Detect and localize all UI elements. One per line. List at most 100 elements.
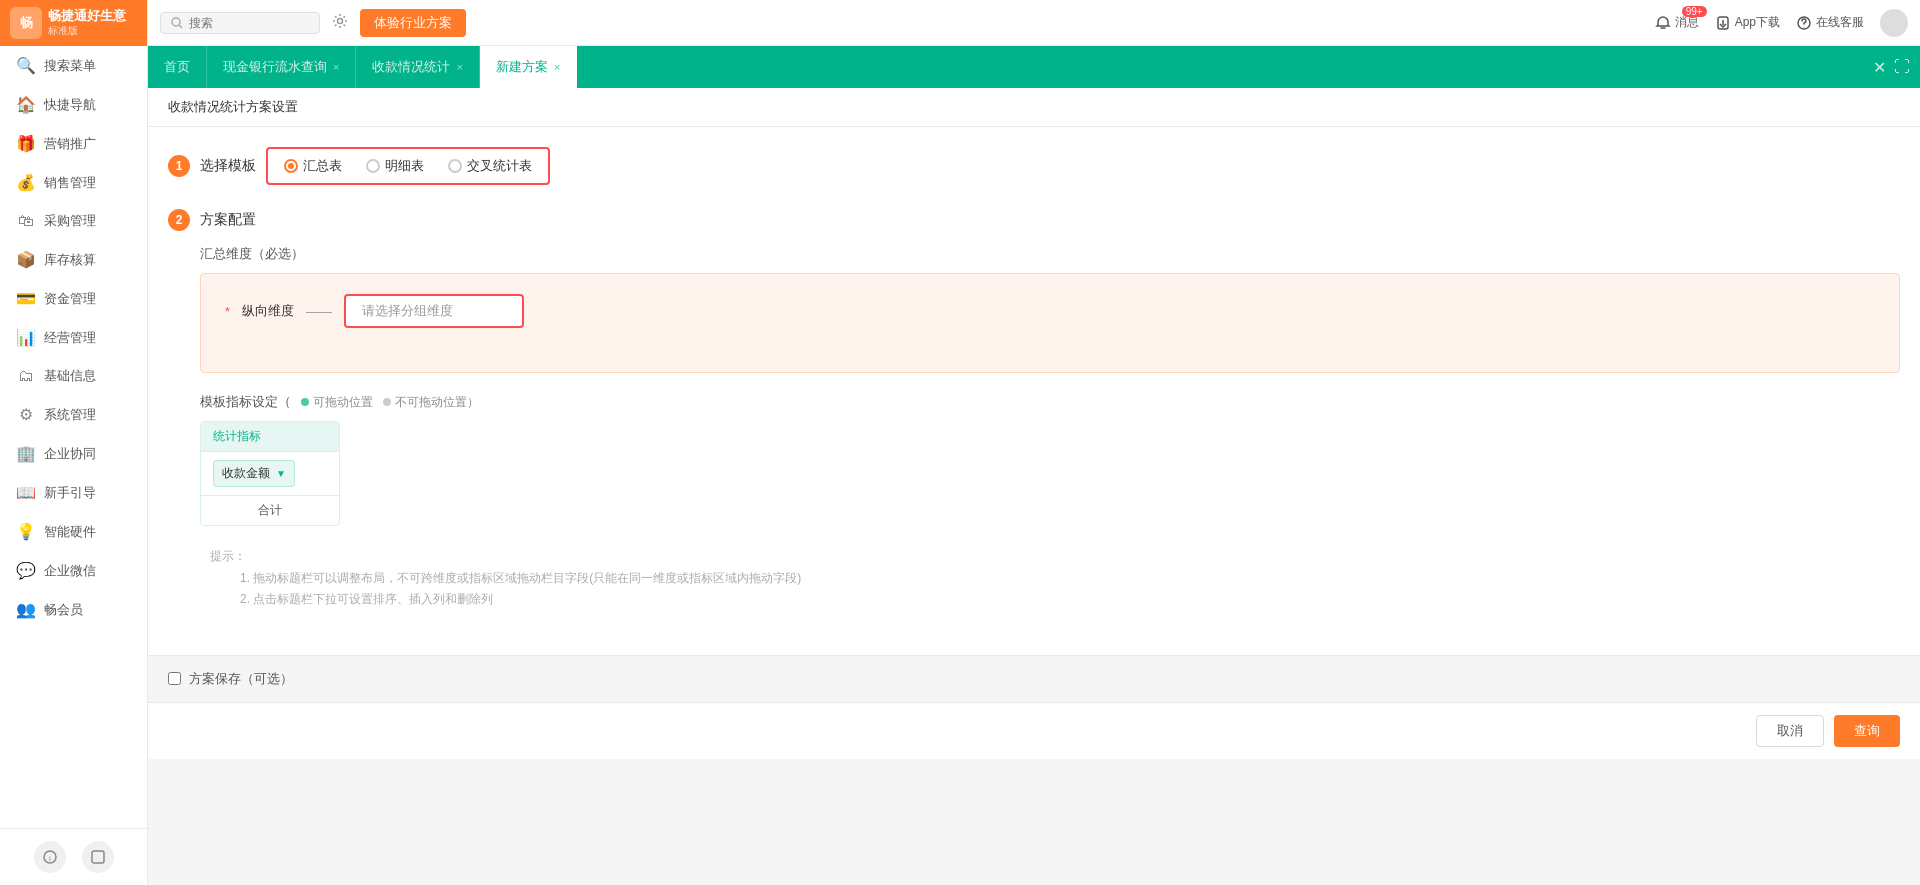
stat-label: 统计指标 [213, 429, 261, 443]
form-body: 1 选择模板 汇总表 明细表 交叉统计表 [148, 127, 1920, 655]
settings-icon: ⚙ [16, 405, 36, 424]
dimension-area: * 纵向维度 —— 请选择分组维度 [200, 273, 1900, 373]
download-btn[interactable]: App下载 [1715, 14, 1780, 31]
sidebar-item-marketing[interactable]: 🎁 营销推广 [0, 124, 147, 163]
money-icon: 💰 [16, 173, 36, 192]
sidebar-footer-icon1[interactable]: i [34, 841, 66, 873]
search-menu-icon: 🔍 [16, 56, 36, 75]
sidebar-item-wechat[interactable]: 💬 企业微信 [0, 551, 147, 590]
svg-text:i: i [49, 854, 51, 863]
metric-dropdown-arrow: ▼ [276, 468, 286, 479]
metric-tag-payment[interactable]: 收款金额 ▼ [213, 460, 295, 487]
notification-badge: 99+ [1682, 6, 1707, 17]
radio-detail[interactable]: 明细表 [366, 157, 424, 175]
radio-cross[interactable]: 交叉统计表 [448, 157, 532, 175]
sidebar-item-label: 企业微信 [44, 562, 96, 580]
tab-new-plan-close[interactable]: × [554, 61, 560, 73]
app-name: 畅捷通好生意 [48, 8, 126, 24]
app-edition: 标准版 [48, 24, 126, 38]
tab-bank-close[interactable]: × [333, 61, 339, 73]
industry-btn[interactable]: 体验行业方案 [360, 9, 466, 37]
svg-point-3 [172, 18, 180, 26]
building-icon: 🏢 [16, 444, 36, 463]
download-label: App下载 [1735, 14, 1780, 31]
book-icon: 📖 [16, 483, 36, 502]
dimension-label: 纵向维度 [242, 302, 294, 320]
query-button[interactable]: 查询 [1834, 715, 1900, 747]
radio-summary[interactable]: 汇总表 [284, 157, 342, 175]
dimension-placeholder: 请选择分组维度 [362, 303, 453, 318]
save-section: 方案保存（可选） [148, 655, 1920, 702]
search-input[interactable] [189, 16, 309, 30]
bulb-icon: 💡 [16, 522, 36, 541]
sidebar-item-hardware[interactable]: 💡 智能硬件 [0, 512, 147, 551]
metrics-header: 模板指标设定（ 可拖动位置 不可拖动位置） [200, 393, 1900, 411]
dimension-input[interactable]: 请选择分组维度 [344, 294, 524, 328]
tabs-bar: 首页 现金银行流水查询 × 收款情况统计 × 新建方案 × ✕ ⛶ [148, 46, 1920, 88]
notification-btn[interactable]: 消息 99+ [1655, 14, 1699, 31]
sidebar-item-system[interactable]: ⚙ 系统管理 [0, 395, 147, 434]
tab-home[interactable]: 首页 [148, 46, 207, 88]
sidebar-item-sales[interactable]: 💰 销售管理 [0, 163, 147, 202]
sidebar-item-finance[interactable]: 💳 资金管理 [0, 279, 147, 318]
sidebar-item-search[interactable]: 🔍 搜索菜单 [0, 46, 147, 85]
sidebar-item-operations[interactable]: 📊 经营管理 [0, 318, 147, 357]
topbar: 体验行业方案 消息 99+ App下载 在线客服 [148, 0, 1920, 46]
sidebar-item-base[interactable]: 🗂 基础信息 [0, 357, 147, 395]
step1-number: 1 [168, 155, 190, 177]
sidebar-item-quick-nav[interactable]: 🏠 快捷导航 [0, 85, 147, 124]
svg-point-5 [338, 18, 343, 23]
step2-section: 2 方案配置 汇总维度（必选） * 纵向维度 —— 请选择分组维度 [168, 209, 1900, 611]
sidebar-item-label: 畅会员 [44, 601, 83, 619]
sidebar-logo: 畅 畅捷通好生意 标准版 [0, 0, 147, 46]
footer-bar: 取消 查询 [148, 702, 1920, 759]
sidebar-item-label: 营销推广 [44, 135, 96, 153]
avatar[interactable] [1880, 9, 1908, 37]
metrics-table: 统计指标 收款金额 ▼ 合计 [200, 421, 340, 526]
sidebar-item-member[interactable]: 👥 畅会员 [0, 590, 147, 629]
step2-title: 方案配置 [200, 211, 256, 229]
tab-bank[interactable]: 现金银行流水查询 × [207, 46, 356, 88]
metrics-tag-container: 收款金额 ▼ [201, 452, 339, 495]
step1-header: 1 选择模板 汇总表 明细表 交叉统计表 [168, 147, 1900, 185]
sidebar: 畅 畅捷通好生意 标准版 🔍 搜索菜单 🏠 快捷导航 🎁 营销推广 💰 销售管理… [0, 0, 148, 885]
save-checkbox[interactable] [168, 672, 181, 685]
metric-total: 合计 [201, 495, 339, 525]
sidebar-item-inventory[interactable]: 📦 库存核算 [0, 240, 147, 279]
sidebar-item-guide[interactable]: 📖 新手引导 [0, 473, 147, 512]
tab-collection-close[interactable]: × [456, 61, 462, 73]
step2-number: 2 [168, 209, 190, 231]
non-draggable-indicator: 不可拖动位置） [383, 394, 479, 411]
sidebar-item-label: 销售管理 [44, 174, 96, 192]
support-icon [1796, 15, 1812, 31]
gear-button[interactable] [328, 9, 352, 37]
chat-icon: 💬 [16, 561, 36, 580]
tip-item-2: 2. 点击标题栏下拉可设置排序、插入列和删除列 [200, 589, 1900, 611]
tab-collection-stat[interactable]: 收款情况统计 × [356, 46, 479, 88]
tab-expand-icon[interactable]: ⛶ [1894, 58, 1910, 76]
sidebar-item-label: 智能硬件 [44, 523, 96, 541]
save-label: 方案保存（可选） [189, 670, 293, 688]
search-box[interactable] [160, 12, 320, 34]
folder-icon: 🗂 [16, 367, 36, 385]
draggable-indicator: 可拖动位置 [301, 394, 373, 411]
sidebar-item-corp[interactable]: 🏢 企业协同 [0, 434, 147, 473]
tips-section: 提示： 1. 拖动标题栏可以调整布局，不可跨维度或指标区域拖动栏目字段(只能在同… [200, 546, 1900, 611]
template-radio-group: 汇总表 明细表 交叉统计表 [266, 147, 550, 185]
support-btn[interactable]: 在线客服 [1796, 14, 1864, 31]
gift-icon: 🎁 [16, 134, 36, 153]
download-icon [1715, 15, 1731, 31]
page-header: 收款情况统计方案设置 [148, 88, 1920, 127]
sidebar-item-label: 经营管理 [44, 329, 96, 347]
sidebar-footer: i [0, 828, 147, 885]
tab-new-plan[interactable]: 新建方案 × [480, 46, 577, 88]
non-draggable-label: 不可拖动位置） [395, 394, 479, 411]
radio-cross-circle [448, 159, 462, 173]
radio-detail-circle [366, 159, 380, 173]
drag-dot-green [301, 398, 309, 406]
sidebar-item-purchase[interactable]: 🛍 采购管理 [0, 202, 147, 240]
svg-point-9 [1804, 26, 1805, 27]
cancel-button[interactable]: 取消 [1756, 715, 1824, 747]
sidebar-footer-icon2[interactable] [82, 841, 114, 873]
tab-close-all-icon[interactable]: ✕ [1873, 58, 1886, 77]
